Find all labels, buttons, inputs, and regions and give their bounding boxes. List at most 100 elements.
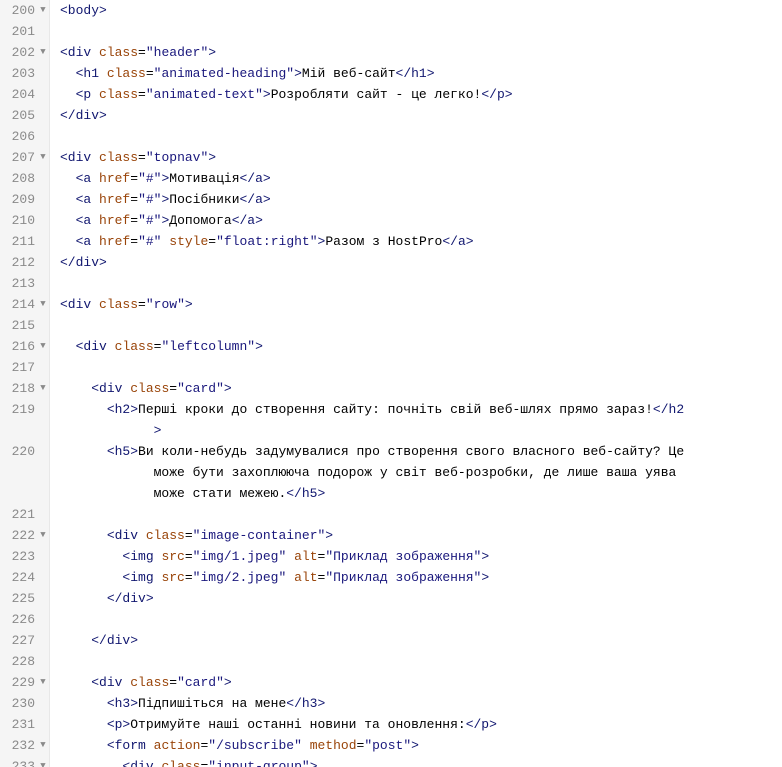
line-number: 231: [12, 714, 47, 735]
gutter-line: 203: [0, 63, 49, 84]
code-line[interactable]: <h5>Ви коли-небудь задумувалися про ство…: [60, 441, 782, 462]
line-number: 205: [12, 105, 47, 126]
code-line[interactable]: може бути захоплююча подорож у світ веб-…: [60, 462, 782, 483]
code-line[interactable]: </div>: [60, 105, 782, 126]
gutter-line: 207▼: [0, 147, 49, 168]
tag-token: >: [224, 675, 232, 690]
gutter-line: 225: [0, 588, 49, 609]
gutter-line: 213: [0, 273, 49, 294]
fold-marker-icon[interactable]: ▼: [38, 336, 48, 357]
tag-token: <h5>: [107, 444, 138, 459]
code-line[interactable]: >: [60, 420, 782, 441]
attr-value-token: "#": [138, 234, 161, 249]
code-line[interactable]: </div>: [60, 252, 782, 273]
attr-value-token: "img/1.jpeg": [193, 549, 287, 564]
eq-token: =: [138, 45, 146, 60]
fold-marker-icon[interactable]: ▼: [38, 756, 48, 767]
text-token: може бути захоплююча подорож у світ веб-…: [154, 465, 677, 480]
code-line[interactable]: <img src="img/2.jpeg" alt="Приклад зобра…: [60, 567, 782, 588]
tag-token: </a>: [240, 171, 271, 186]
code-line[interactable]: <h1 class="animated-heading">Мій веб-сай…: [60, 63, 782, 84]
code-line[interactable]: <form action="/subscribe" method="post">: [60, 735, 782, 756]
code-line[interactable]: [60, 315, 782, 336]
code-line[interactable]: <p>Отримуйте наші останні новини та онов…: [60, 714, 782, 735]
code-line[interactable]: </div>: [60, 630, 782, 651]
text-token: Розробляти сайт - це легко!: [271, 87, 482, 102]
code-line[interactable]: [60, 504, 782, 525]
code-line[interactable]: <p class="animated-text">Розробляти сайт…: [60, 84, 782, 105]
code-editor-content[interactable]: <body><div class="header"> <h1 class="an…: [50, 0, 782, 767]
code-line[interactable]: <a href="#">Допомога</a>: [60, 210, 782, 231]
code-line[interactable]: <h2>Перші кроки до створення сайту: почн…: [60, 399, 782, 420]
fold-marker-icon[interactable]: ▼: [38, 147, 48, 168]
code-line[interactable]: </div>: [60, 588, 782, 609]
gutter-line: 220: [0, 441, 49, 462]
text-token: Допомога: [169, 213, 231, 228]
attr-name-token: class: [99, 150, 138, 165]
text-token: Мій веб-сайт: [302, 66, 396, 81]
fold-marker-icon[interactable]: ▼: [38, 0, 48, 21]
attr-value-token: "animated-text": [146, 87, 263, 102]
code-line[interactable]: [60, 651, 782, 672]
code-line[interactable]: [60, 357, 782, 378]
gutter-line: 230: [0, 693, 49, 714]
eq-token: =: [185, 549, 193, 564]
fold-marker-icon[interactable]: ▼: [38, 42, 48, 63]
line-number: 228: [12, 651, 47, 672]
code-line[interactable]: <div class="leftcolumn">: [60, 336, 782, 357]
attr-value-token: "img/2.jpeg": [193, 570, 287, 585]
tag-token: </a>: [232, 213, 263, 228]
eq-token: =: [130, 171, 138, 186]
fold-marker-icon[interactable]: ▼: [38, 735, 48, 756]
attr-value-token: "animated-heading": [154, 66, 294, 81]
gutter-line: 204: [0, 84, 49, 105]
gutter-line: 228: [0, 651, 49, 672]
code-line[interactable]: <img src="img/1.jpeg" alt="Приклад зобра…: [60, 546, 782, 567]
code-line[interactable]: <h3>Підпишіться на мене</h3>: [60, 693, 782, 714]
code-line[interactable]: <div class="row">: [60, 294, 782, 315]
code-line[interactable]: <div class="header">: [60, 42, 782, 63]
gutter-line: 215: [0, 315, 49, 336]
gutter-line: [0, 483, 49, 504]
tag-token: </h5>: [286, 486, 325, 501]
tag-token: >: [208, 150, 216, 165]
tag-token: <div: [60, 150, 91, 165]
code-line[interactable]: <div class="card">: [60, 378, 782, 399]
code-line[interactable]: [60, 126, 782, 147]
line-number: 223: [12, 546, 47, 567]
attr-name-token: class: [161, 759, 200, 767]
fold-marker-icon[interactable]: ▼: [38, 525, 48, 546]
code-line[interactable]: <div class="image-container">: [60, 525, 782, 546]
fold-marker-icon[interactable]: ▼: [38, 672, 48, 693]
tag-token: <div: [122, 759, 153, 767]
code-line[interactable]: [60, 609, 782, 630]
tag-token: </div>: [91, 633, 138, 648]
code-line[interactable]: [60, 273, 782, 294]
gutter-line: 223: [0, 546, 49, 567]
attr-name-token: class: [99, 45, 138, 60]
code-line[interactable]: може стати межею.</h5>: [60, 483, 782, 504]
code-line[interactable]: <div class="card">: [60, 672, 782, 693]
attr-name-token: class: [146, 528, 185, 543]
gutter-line: 224: [0, 567, 49, 588]
code-line[interactable]: <a href="#">Посібники</a>: [60, 189, 782, 210]
code-line[interactable]: <div class="input-group">: [60, 756, 782, 767]
tag-token: >: [224, 381, 232, 396]
gutter-line: 202▼: [0, 42, 49, 63]
tag-token: <h1: [76, 66, 99, 81]
code-line[interactable]: [60, 21, 782, 42]
gutter-line: 217: [0, 357, 49, 378]
gutter-line: 208: [0, 168, 49, 189]
code-line[interactable]: <div class="topnav">: [60, 147, 782, 168]
fold-marker-icon[interactable]: ▼: [38, 294, 48, 315]
attr-name-token: class: [99, 297, 138, 312]
code-line[interactable]: <a href="#" style="float:right">Разом з …: [60, 231, 782, 252]
code-line[interactable]: <body>: [60, 0, 782, 21]
text-token: Мотивація: [169, 171, 239, 186]
attr-value-token: "card": [177, 381, 224, 396]
line-number: 213: [12, 273, 47, 294]
code-line[interactable]: <a href="#">Мотивація</a>: [60, 168, 782, 189]
tag-token: <h2>: [107, 402, 138, 417]
attr-value-token: "input-group": [208, 759, 309, 767]
fold-marker-icon[interactable]: ▼: [38, 378, 48, 399]
